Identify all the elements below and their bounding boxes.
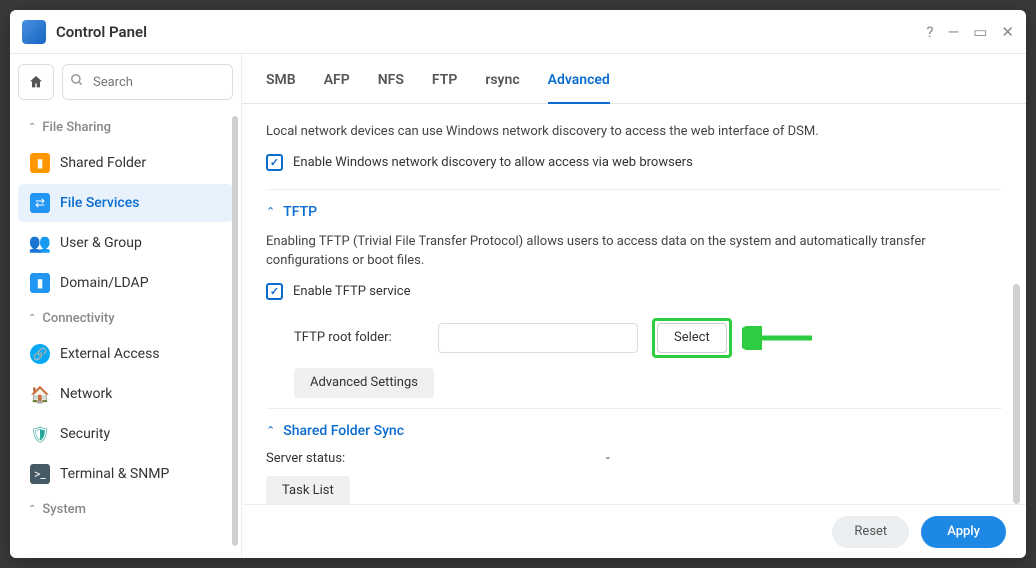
window-title: Control Panel xyxy=(56,23,926,41)
select-button[interactable]: Select xyxy=(657,323,727,353)
home-button[interactable] xyxy=(18,64,54,100)
task-list-button[interactable]: Task List xyxy=(266,476,350,505)
section-system[interactable]: ⌃ System xyxy=(18,494,233,525)
tab-rsync[interactable]: rsync xyxy=(485,72,519,103)
chevron-up-icon: ⌃ xyxy=(266,205,275,218)
advanced-settings-button[interactable]: Advanced Settings xyxy=(294,368,434,398)
tftp-root-input[interactable] xyxy=(438,323,638,353)
sidebar-item-external-access[interactable]: 🔗 External Access xyxy=(18,335,233,373)
reset-button[interactable]: Reset xyxy=(832,516,909,548)
network-icon: 🏠 xyxy=(30,384,50,404)
chevron-up-icon: ⌃ xyxy=(28,122,36,133)
tftp-description: Enabling TFTP (Trivial File Transfer Pro… xyxy=(266,232,1002,271)
home-icon xyxy=(28,74,44,90)
section-connectivity[interactable]: ⌃ Connectivity xyxy=(18,303,233,334)
shared-folder-sync-section: ⌃ Shared Folder Sync Server status: - Ta… xyxy=(266,408,1002,505)
annotation-arrow-icon xyxy=(742,326,822,350)
tab-afp[interactable]: AFP xyxy=(324,72,350,103)
tftp-root-label: TFTP root folder: xyxy=(294,330,424,345)
sidebar-item-domain-ldap[interactable]: ▮ Domain/LDAP xyxy=(18,264,233,302)
sidebar-item-terminal-snmp[interactable]: >_ Terminal & SNMP xyxy=(18,455,233,493)
sidebar-item-user-group[interactable]: 👥 User & Group xyxy=(18,224,233,262)
app-icon xyxy=(22,20,46,44)
shield-icon: 🛡 xyxy=(30,424,50,444)
checkbox-checked-icon[interactable]: ✓ xyxy=(266,154,283,171)
wsd-checkbox-label: Enable Windows network discovery to allo… xyxy=(293,155,693,170)
search-icon xyxy=(70,73,84,91)
tftp-checkbox-label: Enable TFTP service xyxy=(293,284,411,299)
minimize-icon[interactable]: — xyxy=(948,23,960,41)
server-status-value: - xyxy=(606,451,610,466)
tab-advanced[interactable]: Advanced xyxy=(548,72,610,104)
search-input[interactable] xyxy=(62,64,233,100)
control-panel-window: Control Panel ? — ▭ ✕ ⌃ xyxy=(10,10,1026,558)
content-area: Local network devices can use Windows ne… xyxy=(242,104,1026,504)
wsd-checkbox-row[interactable]: ✓ Enable Windows network discovery to al… xyxy=(266,154,1002,171)
terminal-icon: >_ xyxy=(30,464,50,484)
tftp-root-row: TFTP root folder: Select xyxy=(294,318,1002,358)
content-scrollbar[interactable] xyxy=(1013,284,1020,504)
maximize-icon[interactable]: ▭ xyxy=(973,23,987,41)
tab-ftp[interactable]: FTP xyxy=(432,72,457,103)
section-file-sharing[interactable]: ⌃ File Sharing xyxy=(18,112,233,143)
tab-nfs[interactable]: NFS xyxy=(378,72,404,103)
services-icon: ⇄ xyxy=(30,193,50,213)
domain-icon: ▮ xyxy=(30,273,50,293)
checkbox-checked-icon[interactable]: ✓ xyxy=(266,283,283,300)
sidebar: ⌃ File Sharing ▮ Shared Folder ⇄ File Se… xyxy=(10,54,242,558)
sidebar-item-network[interactable]: 🏠 Network xyxy=(18,375,233,413)
close-icon[interactable]: ✕ xyxy=(1001,23,1014,41)
footer: Reset Apply xyxy=(242,504,1026,558)
annotation-highlight: Select xyxy=(652,318,732,358)
folder-icon: ▮ xyxy=(30,153,50,173)
tftp-section: ⌃ TFTP Enabling TFTP (Trivial File Trans… xyxy=(266,189,1002,398)
tftp-section-toggle[interactable]: ⌃ TFTP xyxy=(266,204,1002,220)
server-status-label: Server status: xyxy=(266,451,606,466)
chevron-up-icon: ⌃ xyxy=(28,313,36,324)
sidebar-scrollbar[interactable] xyxy=(232,116,238,546)
tftp-advanced-row: Advanced Settings xyxy=(294,368,1002,398)
apply-button[interactable]: Apply xyxy=(921,516,1006,548)
tabs: SMB AFP NFS FTP rsync Advanced xyxy=(242,54,1026,104)
sidebar-item-security[interactable]: 🛡 Security xyxy=(18,415,233,453)
globe-icon: 🔗 xyxy=(30,344,50,364)
sidebar-item-file-services[interactable]: ⇄ File Services xyxy=(18,184,233,222)
tftp-checkbox-row[interactable]: ✓ Enable TFTP service xyxy=(266,283,1002,300)
user-icon: 👥 xyxy=(30,233,50,253)
wsd-description: Local network devices can use Windows ne… xyxy=(266,122,1002,142)
main-panel: SMB AFP NFS FTP rsync Advanced Local net… xyxy=(242,54,1026,558)
titlebar: Control Panel ? — ▭ ✕ xyxy=(10,10,1026,54)
chevron-up-icon: ⌃ xyxy=(28,504,36,515)
tab-smb[interactable]: SMB xyxy=(266,72,296,103)
sfs-section-toggle[interactable]: ⌃ Shared Folder Sync xyxy=(266,423,1002,439)
server-status-row: Server status: - xyxy=(266,451,1002,466)
search-wrap xyxy=(62,64,233,100)
sidebar-item-shared-folder[interactable]: ▮ Shared Folder xyxy=(18,144,233,182)
chevron-up-icon: ⌃ xyxy=(266,424,275,437)
help-icon[interactable]: ? xyxy=(926,23,933,41)
window-controls: ? — ▭ ✕ xyxy=(926,23,1014,41)
